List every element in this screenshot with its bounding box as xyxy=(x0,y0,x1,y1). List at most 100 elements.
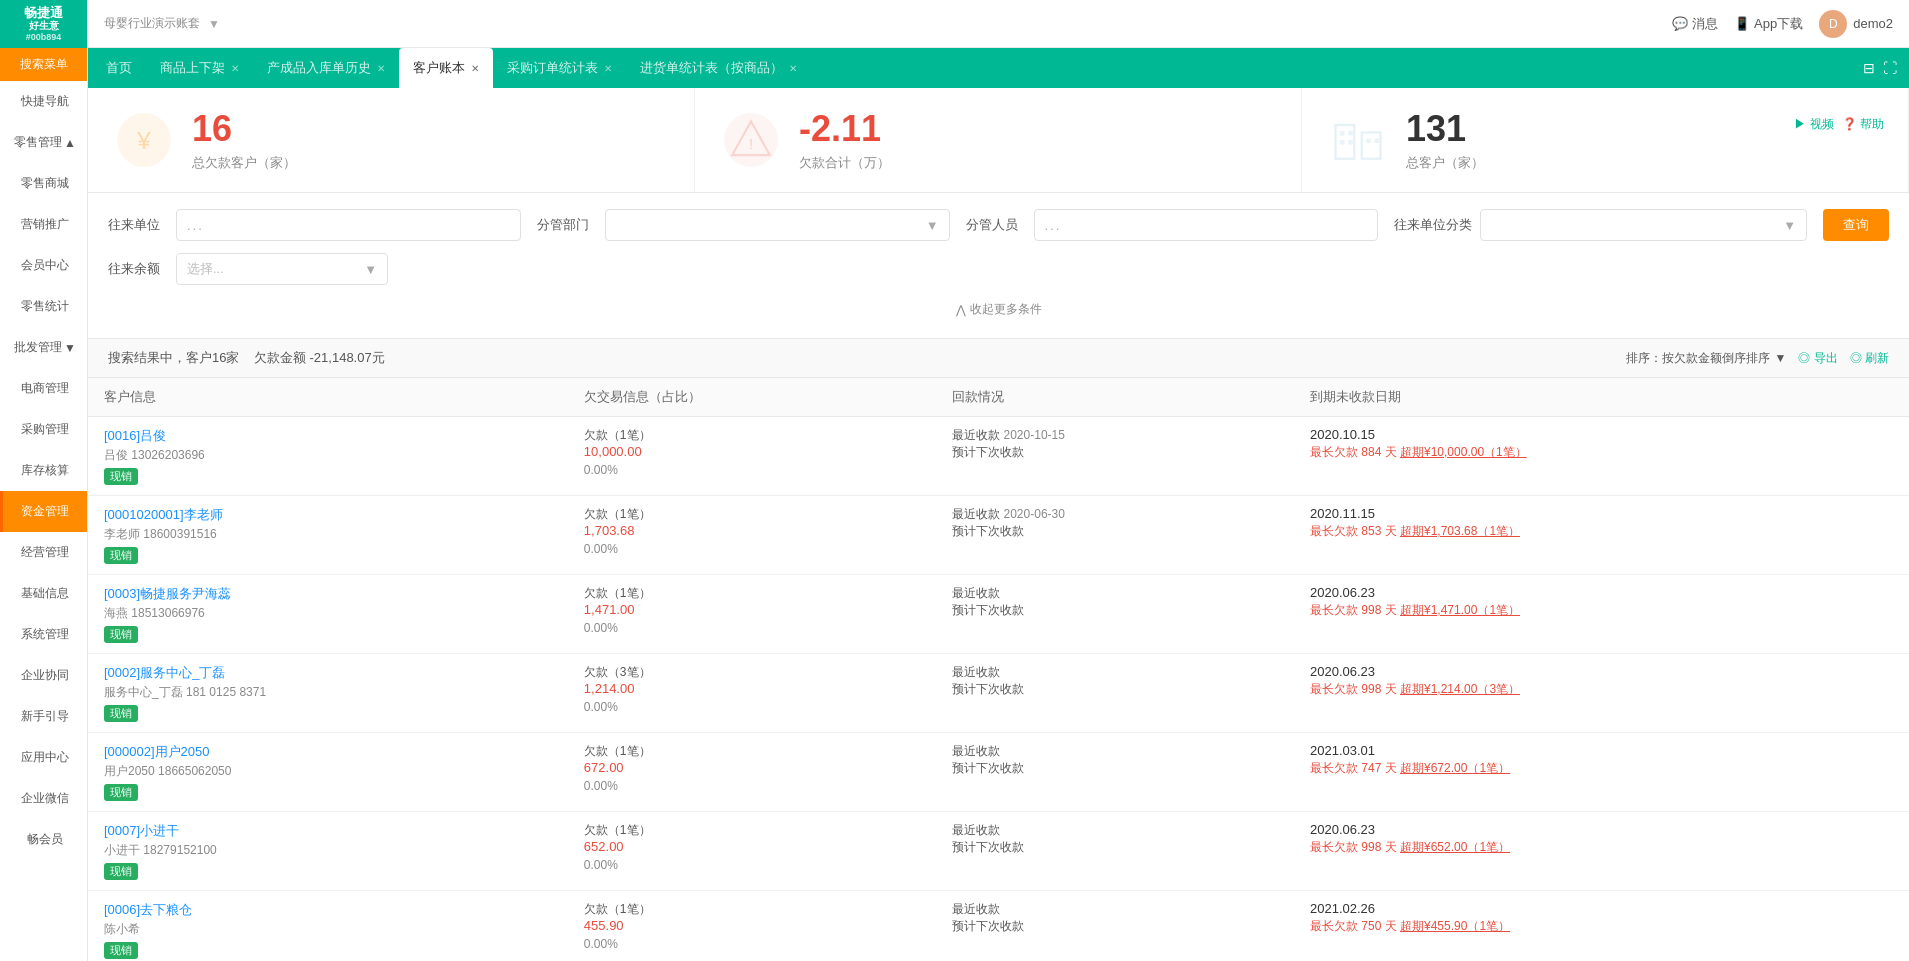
chevron-down-icon: ▼ xyxy=(926,218,939,233)
col-overdue-date: 到期未收款日期 xyxy=(1294,378,1909,417)
sidebar-item-apps[interactable]: 应用中心 xyxy=(0,737,87,778)
export-btn[interactable]: ◎ 导出 xyxy=(1798,350,1837,367)
filter-collapse-btn[interactable]: ⋀ 收起更多条件 xyxy=(108,297,1889,322)
sidebar-logo[interactable]: 畅捷通 好生意 #00b894 xyxy=(0,0,87,48)
sidebar-item-quick-nav[interactable]: 快捷导航 xyxy=(0,81,87,122)
overdue-days: 最长欠款 750 天 超期¥455.90（1笔） xyxy=(1310,918,1893,935)
customer-name-link[interactable]: [0016]吕俊 xyxy=(104,428,166,443)
customer-name-link[interactable]: [0003]畅捷服务尹海蕊 xyxy=(104,586,231,601)
app-download-btn[interactable]: 📱 App下载 xyxy=(1734,15,1803,33)
sidebar-item-retail-stats[interactable]: 零售统计 xyxy=(0,286,87,327)
main-content: 母婴行业演示账套 ▼ 💬 消息 📱 App下载 D demo2 首页 商品上下架… xyxy=(88,0,1909,961)
cell-customer-info: [0002]服务中心_丁磊 服务中心_丁磊 181 0125 8371 现销 xyxy=(88,654,568,733)
sidebar-search[interactable]: 搜索菜单 xyxy=(0,48,87,81)
overdue-link[interactable]: 超期¥672.00（1笔） xyxy=(1400,761,1510,775)
table-row[interactable]: [0001020001]李老师 李老师 18600391516 现销 欠款（1笔… xyxy=(88,496,1909,575)
tab-close-inventory-stats[interactable]: ✕ xyxy=(789,63,797,74)
balance-select[interactable]: 选择... ▼ xyxy=(176,253,388,285)
top-header: 母婴行业演示账套 ▼ 💬 消息 📱 App下载 D demo2 xyxy=(88,0,1909,48)
tab-inventory-stats[interactable]: 进货单统计表（按商品） ✕ xyxy=(626,48,811,88)
tab-purchase-order[interactable]: 采购订单统计表 ✕ xyxy=(493,48,626,88)
video-help-btn[interactable]: ▶ 视频 xyxy=(1794,116,1833,133)
stat-label-debt-customers: 总欠款客户（家） xyxy=(192,154,670,172)
debt-amount[interactable]: 672.00 xyxy=(584,760,920,775)
table-row[interactable]: [0003]畅捷服务尹海蕊 海燕 18513066976 现销 欠款（1笔） 1… xyxy=(88,575,1909,654)
stat-number-debt-customers: 16 xyxy=(192,108,670,150)
tab-close-products[interactable]: ✕ xyxy=(231,63,239,74)
debt-amount[interactable]: 1,703.68 xyxy=(584,523,920,538)
stat-info-debt-amount: -2.11 欠款合计（万） xyxy=(799,108,1277,172)
tab-minimize-icon[interactable]: ⊟ xyxy=(1863,60,1875,76)
sidebar-item-purchase[interactable]: 采购管理 xyxy=(0,409,87,450)
help-btn[interactable]: ❓ 帮助 xyxy=(1842,116,1884,133)
table-row[interactable]: [0007]小进干 小进干 18279152100 现销 欠款（1笔） 652.… xyxy=(88,812,1909,891)
sidebar-item-warehouse[interactable]: 库存核算 xyxy=(0,450,87,491)
refresh-btn[interactable]: ◎ 刷新 xyxy=(1850,350,1889,367)
sidebar-item-newbie[interactable]: 新手引导 xyxy=(0,696,87,737)
sidebar-item-member[interactable]: 会员中心 xyxy=(0,245,87,286)
tab-products[interactable]: 商品上下架 ✕ xyxy=(146,48,253,88)
customer-contact: 李老师 18600391516 xyxy=(104,526,552,543)
sidebar-item-batch-mgmt[interactable]: 批发管理 ▼ xyxy=(0,327,87,368)
sidebar-item-system[interactable]: 系统管理 xyxy=(0,614,87,655)
dropdown-arrow: ▼ xyxy=(208,17,220,31)
sidebar-item-finance[interactable]: 资金管理 xyxy=(0,491,87,532)
sidebar-item-retail-mgmt[interactable]: 零售管理 ▲ xyxy=(0,122,87,163)
customer-name-link[interactable]: [0006]去下粮仓 xyxy=(104,902,192,917)
sidebar-item-base-info[interactable]: 基础信息 xyxy=(0,573,87,614)
sidebar-item-enterprise-collab[interactable]: 企业协同 xyxy=(0,655,87,696)
dept-select[interactable]: ▼ xyxy=(605,209,950,241)
overdue-link[interactable]: 超期¥652.00（1笔） xyxy=(1400,840,1510,854)
unit-type-select[interactable]: ▼ xyxy=(1480,209,1807,241)
overdue-link[interactable]: 超期¥10,000.00（1笔） xyxy=(1400,445,1527,459)
sidebar-item-marketing[interactable]: 营销推广 xyxy=(0,204,87,245)
sidebar-item-ecommerce[interactable]: 电商管理 xyxy=(0,368,87,409)
overdue-link[interactable]: 超期¥455.90（1笔） xyxy=(1400,919,1510,933)
customer-name-link[interactable]: [000002]用户2050 xyxy=(104,744,210,759)
tab-close-purchase-order[interactable]: ✕ xyxy=(604,63,612,74)
from-unit-input[interactable]: ... xyxy=(176,209,521,241)
table-row[interactable]: [0006]去下粮仓 陈小希 现销 欠款（1笔） 455.90 0.00% 最近… xyxy=(88,891,1909,962)
tab-close-customer-account[interactable]: ✕ xyxy=(471,63,479,74)
debt-label: 欠款（1笔） xyxy=(584,506,920,523)
building-icon xyxy=(1326,108,1390,172)
tab-production[interactable]: 产成品入库单历史 ✕ xyxy=(253,48,399,88)
overdue-link[interactable]: 超期¥1,703.68（1笔） xyxy=(1400,524,1520,538)
debt-amount[interactable]: 455.90 xyxy=(584,918,920,933)
sidebar-item-retail-mall[interactable]: 零售商城 xyxy=(0,163,87,204)
overdue-link[interactable]: 超期¥1,471.00（1笔） xyxy=(1400,603,1520,617)
debt-amount[interactable]: 1,214.00 xyxy=(584,681,920,696)
sidebar-item-chang-member[interactable]: 畅会员 xyxy=(0,819,87,860)
chevron-down-icon: ▼ xyxy=(1783,218,1796,233)
tab-expand-icon[interactable]: ⛶ xyxy=(1883,60,1897,76)
tab-customer-account[interactable]: 客户账本 ✕ xyxy=(399,48,493,88)
tab-close-production[interactable]: ✕ xyxy=(377,63,385,74)
user-avatar[interactable]: D demo2 xyxy=(1819,10,1893,38)
unit-type-label: 往来单位分类 xyxy=(1394,216,1472,234)
stat-card-total-customers: 131 总客户（家） ▶ 视频 ❓ 帮助 xyxy=(1302,88,1909,192)
tab-home[interactable]: 首页 xyxy=(92,48,146,88)
table-row[interactable]: [000002]用户2050 用户2050 18665062050 现销 欠款（… xyxy=(88,733,1909,812)
help-icon: ❓ xyxy=(1842,117,1857,131)
message-btn[interactable]: 💬 消息 xyxy=(1672,15,1718,33)
debt-amount[interactable]: 1,471.00 xyxy=(584,602,920,617)
debt-amount[interactable]: 652.00 xyxy=(584,839,920,854)
last-payment-label: 最近收款 xyxy=(952,743,1278,760)
query-button[interactable]: 查询 xyxy=(1823,209,1889,241)
sort-select[interactable]: 排序：按欠款金额倒序排序 ▼ xyxy=(1626,350,1786,367)
overdue-link[interactable]: 超期¥1,214.00（3笔） xyxy=(1400,682,1520,696)
table-row[interactable]: [0016]吕俊 吕俊 13026203696 现销 欠款（1笔） 10,000… xyxy=(88,417,1909,496)
last-payment-label: 最近收款 xyxy=(952,664,1278,681)
sidebar-item-enterprise-wechat[interactable]: 企业微信 xyxy=(0,778,87,819)
overdue-date: 2020.06.23 xyxy=(1310,664,1893,679)
manager-input[interactable]: ... xyxy=(1034,209,1379,241)
overdue-date: 2021.03.01 xyxy=(1310,743,1893,758)
debt-amount[interactable]: 10,000.00 xyxy=(584,444,920,459)
customer-name-link[interactable]: [0002]服务中心_丁磊 xyxy=(104,665,225,680)
app-subtitle: 母婴行业演示账套 xyxy=(104,15,200,32)
customer-name-link[interactable]: [0001020001]李老师 xyxy=(104,507,223,522)
cell-overdue: 2020.10.15 最长欠款 884 天 超期¥10,000.00（1笔） xyxy=(1294,417,1909,496)
sidebar-item-ops[interactable]: 经营管理 xyxy=(0,532,87,573)
table-row[interactable]: [0002]服务中心_丁磊 服务中心_丁磊 181 0125 8371 现销 欠… xyxy=(88,654,1909,733)
customer-name-link[interactable]: [0007]小进干 xyxy=(104,823,179,838)
